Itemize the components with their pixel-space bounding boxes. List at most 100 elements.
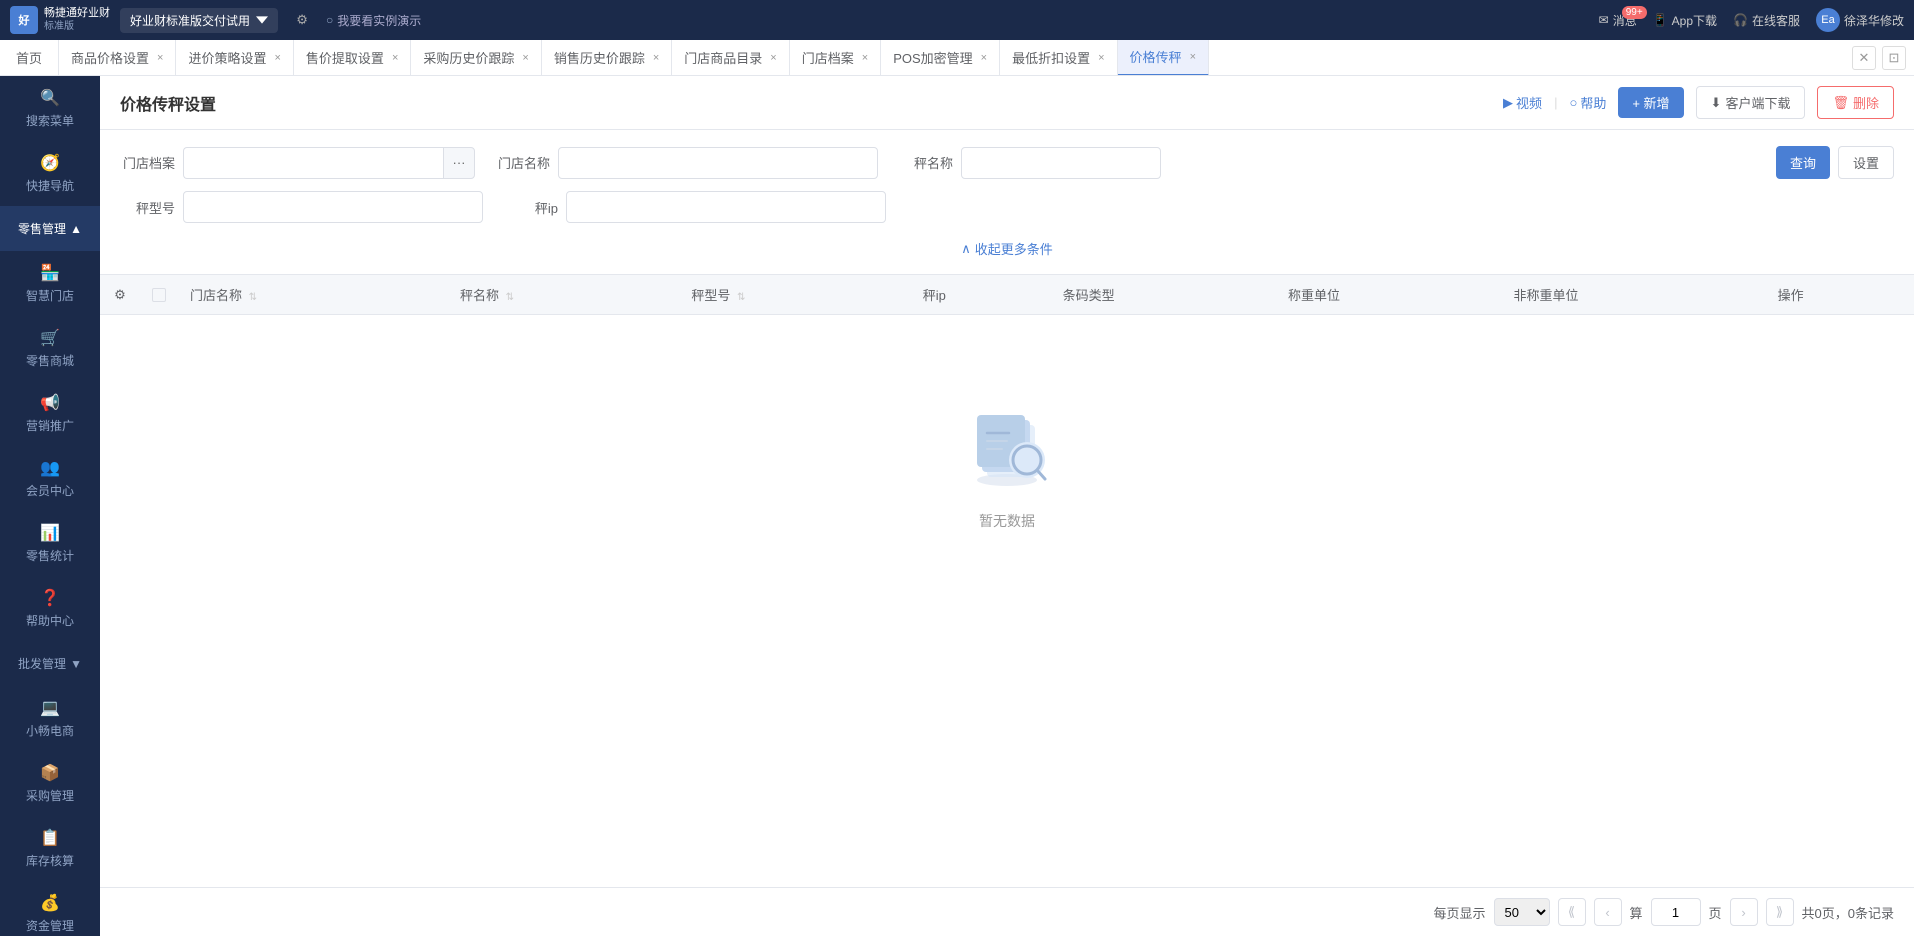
- first-page-button[interactable]: ⟪: [1558, 898, 1586, 926]
- online-service-button[interactable]: 🎧 在线客服: [1733, 12, 1800, 29]
- filter-scale-name: 秤名称: [898, 147, 1161, 179]
- chevron-down-icon: ▼: [70, 657, 82, 671]
- download-client-button[interactable]: ⬇ 客户端下载: [1696, 86, 1806, 119]
- close-icon[interactable]: ×: [770, 52, 776, 64]
- next-page-button[interactable]: ›: [1730, 898, 1758, 926]
- scale-name-label: 秤名称: [898, 153, 953, 172]
- sidebar-item-retail-stats[interactable]: 📊 零售统计: [0, 511, 100, 576]
- collapse-filter-button[interactable]: ∧ 收起更多条件: [120, 235, 1894, 266]
- sidebar-quick-nav[interactable]: 🧭 快捷导航: [0, 141, 100, 206]
- app-download-button[interactable]: 📱 App下载: [1653, 12, 1717, 29]
- tab-pos-security[interactable]: POS加密管理 ×: [881, 40, 1000, 76]
- version-dropdown[interactable]: 好业财标准版交付试用: [120, 8, 278, 33]
- user-info[interactable]: Ea 徐泽华修改: [1816, 8, 1904, 32]
- close-icon[interactable]: ×: [392, 52, 398, 64]
- sidebar-item-ecommerce[interactable]: 💻 小畅电商: [0, 686, 100, 751]
- th-scale-name[interactable]: 秤名称 ⇅: [448, 275, 679, 315]
- marketing-icon: 📢: [40, 393, 60, 413]
- tab-store-catalog[interactable]: 门店商品目录 ×: [672, 40, 789, 76]
- empty-state: 暂无数据: [100, 315, 1914, 611]
- delete-icon: 🗑: [1832, 95, 1849, 111]
- compass-icon: 🧭: [40, 153, 60, 173]
- scale-model-input[interactable]: [183, 191, 483, 223]
- page-header: 价格传秤设置 ▶ 视频 | ○ 帮助 + 新增 ⬇ 客户端下载: [100, 76, 1914, 130]
- tab-store-profile[interactable]: 门店档案 ×: [790, 40, 881, 76]
- sidebar-item-retail-mall[interactable]: 🛒 零售商城: [0, 316, 100, 381]
- delete-button[interactable]: 🗑 删除: [1817, 86, 1894, 119]
- tab-product-price[interactable]: 商品价格设置 ×: [59, 40, 176, 76]
- th-scale-model[interactable]: 秤型号 ⇅: [679, 275, 910, 315]
- tab-price-scale[interactable]: 价格传秤 ×: [1118, 40, 1209, 76]
- th-settings[interactable]: ⚙: [100, 275, 140, 315]
- th-checkbox[interactable]: [140, 275, 178, 315]
- th-actions: 操作: [1766, 275, 1914, 315]
- pagination-bar: 每页显示 50 10 20 100 ⟪ ‹ 算 页 › ⟫ 共0页，0条记录: [100, 887, 1914, 936]
- search-button[interactable]: 查询: [1776, 146, 1830, 179]
- sidebar-item-help-center[interactable]: ❓ 帮助中心: [0, 576, 100, 641]
- tab-purchase-history[interactable]: 采购历史价跟踪 ×: [411, 40, 541, 76]
- data-table: ⚙ 门店名称 ⇅ 秤名称 ⇅ 秤型号 ⇅ 秤ip 条码类型 称重单位 非称重单位: [100, 275, 1914, 611]
- close-tab-button[interactable]: ✕: [1852, 46, 1876, 70]
- sidebar-item-retail-mgmt[interactable]: 零售管理 ▲: [0, 206, 100, 251]
- tab-home[interactable]: 首页: [0, 40, 59, 76]
- store-profile-search-button[interactable]: ···: [443, 147, 475, 179]
- tab-purchase-strategy[interactable]: 进价策略设置 ×: [176, 40, 293, 76]
- fund-icon: 💰: [40, 893, 60, 913]
- filter-area: 门店档案 ··· 门店名称 秤名称 查询 设置: [100, 130, 1914, 275]
- sort-icon: ⇅: [737, 292, 745, 303]
- demo-link[interactable]: ○ 我要看实例演示: [326, 12, 421, 29]
- close-icon[interactable]: ×: [1098, 52, 1104, 64]
- add-button[interactable]: + 新增: [1618, 87, 1683, 118]
- per-page-label: 每页显示: [1433, 903, 1485, 922]
- filter-row-1: 门店档案 ··· 门店名称 秤名称 查询 设置: [120, 146, 1894, 179]
- sidebar-item-smart-store[interactable]: 🏪 智慧门店: [0, 251, 100, 316]
- help-icon: ❓: [40, 588, 60, 608]
- filter-row-2: 秤型号 秤ip: [120, 191, 1894, 223]
- page-size-select[interactable]: 50 10 20 100: [1494, 898, 1550, 926]
- store-name-label: 门店名称: [495, 153, 550, 172]
- tab-min-discount[interactable]: 最低折扣设置 ×: [1000, 40, 1117, 76]
- filter-store-profile: 门店档案 ···: [120, 147, 475, 179]
- sidebar-item-fund-mgmt[interactable]: 💰 资金管理: [0, 881, 100, 936]
- close-icon[interactable]: ×: [1190, 51, 1196, 63]
- close-icon[interactable]: ×: [274, 52, 280, 64]
- close-icon[interactable]: ×: [981, 52, 987, 64]
- sidebar-item-marketing[interactable]: 📢 营销推广: [0, 381, 100, 446]
- store-profile-input-group: ···: [183, 147, 475, 179]
- tab-sales-history[interactable]: 销售历史价跟踪 ×: [542, 40, 672, 76]
- help-link[interactable]: ○ 帮助: [1569, 93, 1606, 112]
- th-store-name[interactable]: 门店名称 ⇅: [178, 275, 448, 315]
- app-logo: 好 畅捷通好业财 标准版: [10, 6, 110, 34]
- prev-page-button[interactable]: ‹: [1594, 898, 1622, 926]
- video-link[interactable]: ▶ 视频: [1503, 93, 1542, 112]
- close-icon[interactable]: ×: [862, 52, 868, 64]
- th-barcode-type: 条码类型: [1051, 275, 1276, 315]
- last-page-button[interactable]: ⟫: [1766, 898, 1794, 926]
- sidebar-search[interactable]: 🔍 搜索菜单: [0, 76, 100, 141]
- content-area: 价格传秤设置 ▶ 视频 | ○ 帮助 + 新增 ⬇ 客户端下载: [100, 76, 1914, 936]
- member-icon: 👥: [40, 458, 60, 478]
- sidebar-item-member-center[interactable]: 👥 会员中心: [0, 446, 100, 511]
- scale-name-input[interactable]: [961, 147, 1161, 179]
- close-icon[interactable]: ×: [522, 52, 528, 64]
- sidebar-item-inventory[interactable]: 📋 库存核算: [0, 816, 100, 881]
- settings-button[interactable]: 设置: [1838, 146, 1894, 179]
- sidebar: 🔍 搜索菜单 🧭 快捷导航 零售管理 ▲ 🏪 智慧门店 🛒 零售商城 📢 营销推…: [0, 76, 100, 936]
- close-icon[interactable]: ×: [157, 52, 163, 64]
- sidebar-item-wholesale-mgmt[interactable]: 批发管理 ▼: [0, 641, 100, 686]
- expand-tabs-button[interactable]: ⊡: [1882, 46, 1906, 70]
- top-bar: 好 畅捷通好业财 标准版 好业财标准版交付试用 ⚙ ○ 我要看实例演示 ✉ 消息…: [0, 0, 1914, 40]
- tab-sale-extract[interactable]: 售价提取设置 ×: [294, 40, 411, 76]
- sidebar-item-purchase-mgmt[interactable]: 📦 采购管理: [0, 751, 100, 816]
- total-records-label: 共0页，0条记录: [1802, 903, 1894, 922]
- select-all-checkbox[interactable]: [152, 288, 166, 302]
- message-badge: 99+: [1622, 6, 1647, 19]
- store-name-input[interactable]: [558, 147, 878, 179]
- topbar-settings-button[interactable]: ⚙: [288, 6, 316, 34]
- topbar-right: ✉ 消息 99+ 📱 App下载 🎧 在线客服 Ea 徐泽华修改: [1599, 8, 1904, 32]
- page-number-input[interactable]: [1651, 898, 1701, 926]
- close-icon[interactable]: ×: [653, 52, 659, 64]
- store-profile-input[interactable]: [183, 147, 443, 179]
- scale-ip-input[interactable]: [566, 191, 886, 223]
- message-button[interactable]: ✉ 消息 99+: [1599, 12, 1637, 29]
